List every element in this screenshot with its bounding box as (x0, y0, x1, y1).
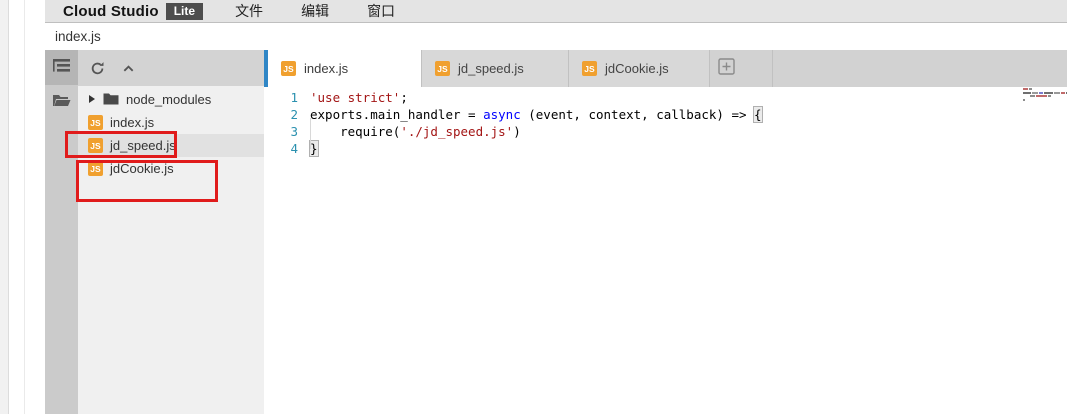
breadcrumb: index.js (55, 29, 101, 44)
minimap-row (1023, 95, 1067, 97)
tab-label: jd_speed.js (458, 61, 524, 76)
tree-item-node_modules[interactable]: node_modules (78, 88, 264, 111)
tab-label: jdCookie.js (605, 61, 669, 76)
token-plain: exports.main_handler = (310, 107, 483, 122)
minimap-segment (1032, 92, 1038, 94)
app-frame: Cloud Studio Lite 文件 编辑 窗口 index.js (45, 0, 1067, 414)
minimap-segment (1044, 92, 1053, 94)
token-plain: require( (310, 124, 400, 139)
minimap-segment (1023, 99, 1025, 101)
minimap-segment (1061, 92, 1065, 94)
minimap-segment (1029, 88, 1032, 90)
code-lines: 1'use strict';2exports.main_handler = as… (264, 87, 1067, 157)
code-line-4[interactable]: 4} (264, 140, 1067, 157)
minimap-segment (1030, 95, 1035, 97)
outline-tree-icon (53, 58, 70, 78)
tree-item-jdCookie.js[interactable]: JS jdCookie.js (78, 157, 264, 180)
code-text: 'use strict'; (298, 89, 408, 106)
minimap-segment (1023, 88, 1028, 90)
line-number: 2 (264, 106, 298, 123)
minimap-row (1023, 88, 1067, 90)
code-line-1[interactable]: 1'use strict'; (264, 89, 1067, 106)
code-editor[interactable]: 1'use strict';2exports.main_handler = as… (264, 87, 1067, 414)
brand-logo: Cloud Studio (63, 3, 159, 20)
js-file-icon: JS (88, 115, 103, 130)
tree-item-label: jdCookie.js (110, 161, 174, 176)
menu-item-file[interactable]: 文件 (235, 1, 263, 21)
page-edge-strip (0, 0, 9, 414)
activity-bar (45, 50, 78, 414)
tree-item-label: jd_speed.js (110, 138, 176, 153)
code-text: } (298, 140, 318, 157)
collapse-chevron-up-icon[interactable] (120, 60, 136, 76)
minimap-segment (1048, 95, 1051, 97)
folder-icon (103, 92, 119, 108)
tree-item-index.js[interactable]: JS index.js (78, 111, 264, 134)
token-string: 'use strict' (310, 90, 400, 105)
folder-view-button[interactable] (45, 85, 78, 120)
explorer-view-button[interactable] (45, 50, 78, 85)
minimap-segment (1039, 92, 1043, 94)
file-explorer-panel: node_modules JS index.js JS jd_speed.js JS jdC… (78, 50, 264, 414)
minimap-row (1023, 92, 1067, 94)
token-plain: (event, context, callback) => (521, 107, 754, 122)
open-folder-icon (52, 93, 71, 113)
tab-bar: JS index.js JS jd_speed.js JS jdCookie.js (264, 50, 1067, 87)
breadcrumb-row: index.js (45, 23, 1067, 50)
new-tab-cell[interactable] (710, 50, 773, 87)
menu-bar: Cloud Studio Lite 文件 编辑 窗口 (45, 0, 1067, 23)
code-text: require('./jd_speed.js') (298, 123, 521, 140)
minimap[interactable] (1023, 88, 1067, 102)
code-line-3[interactable]: 3 require('./jd_speed.js') (264, 123, 1067, 140)
js-file-icon: JS (88, 161, 103, 176)
js-file-icon: JS (281, 61, 296, 76)
js-file-icon: JS (435, 61, 450, 76)
minimap-segment (1054, 92, 1060, 94)
tree-item-label: node_modules (126, 92, 211, 107)
token-plain: ; (400, 90, 408, 105)
js-file-icon: JS (582, 61, 597, 76)
file-tree: node_modules JS index.js JS jd_speed.js JS jdC… (78, 86, 264, 180)
minimap-segment (1023, 92, 1031, 94)
tree-item-jd_speed.js[interactable]: JS jd_speed.js (78, 134, 264, 157)
refresh-icon[interactable] (89, 60, 105, 76)
minimap-row (1023, 99, 1067, 101)
tab-jdCookie.js[interactable]: JS jdCookie.js (569, 50, 710, 87)
tab-label: index.js (304, 61, 348, 76)
tab-jd_speed.js[interactable]: JS jd_speed.js (422, 50, 569, 87)
tab-index.js[interactable]: JS index.js (268, 50, 422, 87)
editor-region: JSindex.jsJSjd_speed.jsJSjdCookie.js 1'u… (264, 50, 1067, 414)
collapsed-arrow-icon (88, 92, 96, 107)
token-plain: ) (513, 124, 521, 139)
cloud-studio-window: Cloud Studio Lite 文件 编辑 窗口 index.js (0, 0, 1067, 414)
line-number: 4 (264, 140, 298, 157)
explorer-toolbar (78, 50, 264, 86)
tree-item-label: index.js (110, 115, 154, 130)
line-number: 3 (264, 123, 298, 140)
plus-square-icon (710, 58, 735, 80)
tabs-holder: JS index.js JS jd_speed.js JS jdCookie.js (268, 50, 710, 87)
menu-item-edit[interactable]: 编辑 (301, 1, 329, 21)
token-string: './jd_speed.js' (400, 124, 513, 139)
token-bracket: { (754, 107, 762, 122)
line-number: 1 (264, 89, 298, 106)
token-bracket: } (310, 141, 318, 156)
code-text: exports.main_handler = async (event, con… (298, 106, 762, 123)
page-divider-line (24, 0, 25, 414)
main-content: node_modules JS index.js JS jd_speed.js JS jdC… (45, 50, 1067, 414)
minimap-segment (1036, 95, 1047, 97)
code-line-2[interactable]: 2exports.main_handler = async (event, co… (264, 106, 1067, 123)
js-file-icon: JS (88, 138, 103, 153)
indent-guide (310, 118, 311, 149)
lite-badge: Lite (166, 3, 203, 20)
menu-item-window[interactable]: 窗口 (367, 1, 395, 21)
token-keyword: async (483, 107, 521, 122)
